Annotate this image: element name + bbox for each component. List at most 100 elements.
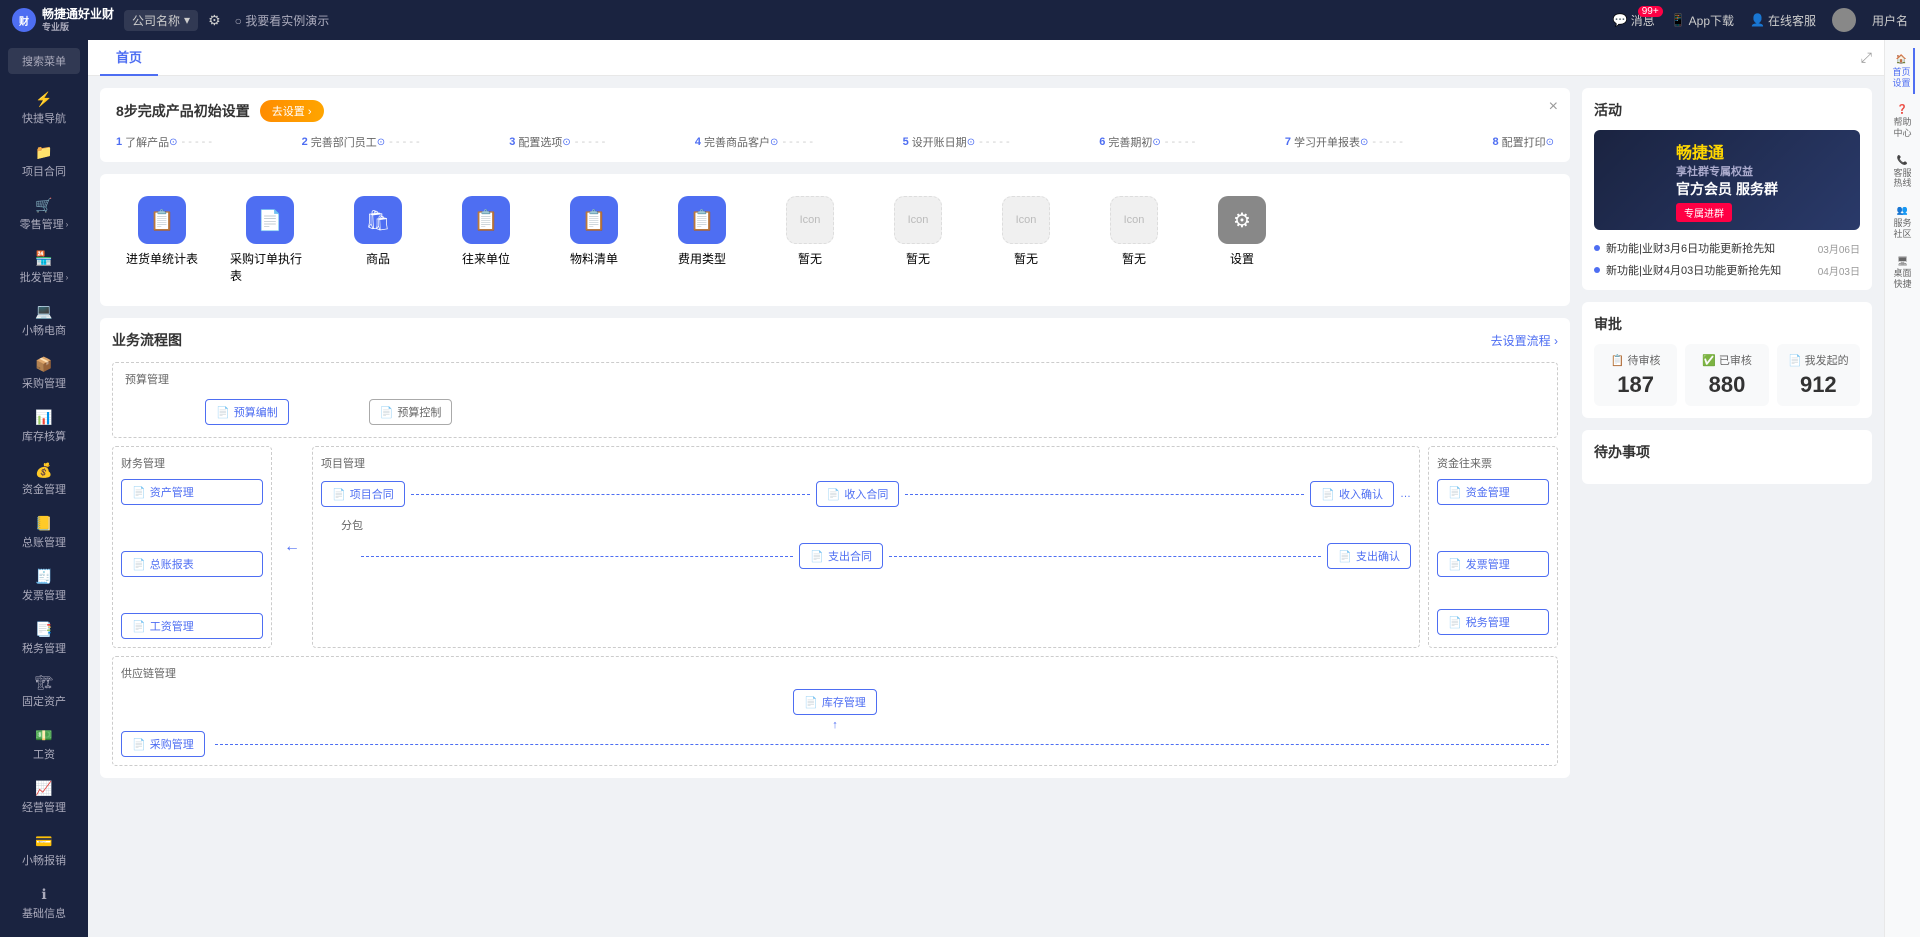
sidebar-item-label: 小畅电商 — [22, 322, 66, 338]
notice-item-1[interactable]: 新功能|业财3月6日功能更新抢先知 03月06日 — [1594, 240, 1860, 256]
budget-group: 预算管理 📄 预算编制 📄 预算控制 — [112, 362, 1558, 438]
retail-icon: 🛒 — [35, 197, 52, 214]
step-3: 3 配置选项 ⊙ — [509, 134, 571, 150]
quick-item-stock-stat[interactable]: 📋 进货单统计表 — [112, 186, 212, 294]
general-ledger-node[interactable]: 📄 总账报表 — [121, 551, 263, 577]
sidebar-item-finance[interactable]: 💰 资金管理 — [4, 454, 84, 505]
empty4-icon: Icon — [1110, 196, 1158, 244]
sidebar-item-wholesale[interactable]: 🏪 批发管理 › — [4, 242, 84, 293]
sidebar: 搜索菜单 ⚡ 快捷导航 📁 项目合同 🛒 零售管理 › 🏪 批发管理 › 💻 — [0, 40, 88, 937]
company-selector[interactable]: 公司名称 ▾ — [124, 10, 198, 31]
step-5: 5 设开账日期 ⊙ — [903, 134, 976, 150]
sidebar-item-general-ledger[interactable]: 📒 总账管理 — [4, 507, 84, 558]
settings-icon[interactable]: ⚙ — [208, 12, 221, 29]
app-download-button[interactable]: 📱 App下载 — [1671, 12, 1734, 29]
budget-plan-node[interactable]: 📄 预算编制 — [205, 399, 289, 425]
sidebar-item-label: 采购管理 — [22, 375, 66, 391]
pending-value: 187 — [1602, 372, 1669, 398]
sidebar-item-salary[interactable]: 💵 工资 — [4, 719, 84, 770]
quick-item-empty2[interactable]: Icon 暂无 — [868, 186, 968, 294]
sidebar-item-inventory-calc[interactable]: 📊 库存核算 — [4, 401, 84, 452]
asset-mgmt-node[interactable]: 📄 资产管理 — [121, 479, 263, 505]
quick-item-bom[interactable]: 📋 物料清单 — [544, 186, 644, 294]
my-submit-icon: 📄 — [1788, 354, 1802, 367]
user-name: 用户名 — [1872, 12, 1908, 29]
sidebar-item-project-contract[interactable]: 📁 项目合同 — [4, 136, 84, 187]
setup-title: 8步完成产品初始设置 — [116, 101, 250, 121]
salary-mgmt-node[interactable]: 📄 工资管理 — [121, 613, 263, 639]
invoice-mgmt-node[interactable]: 📄 发票管理 — [1437, 551, 1549, 577]
inventory-mgmt-node[interactable]: 📄 库存管理 — [793, 689, 877, 715]
logo-icon: 财 — [12, 8, 36, 32]
sidebar-item-retail[interactable]: 🛒 零售管理 › — [4, 189, 84, 240]
activity-notices: 新功能|业财3月6日功能更新抢先知 03月06日 新功能|业财4月03日功能更新… — [1594, 240, 1860, 278]
doc-icon: 📄 — [132, 738, 146, 751]
tax-mgmt-node[interactable]: 📄 税务管理 — [1437, 609, 1549, 635]
right-sidebar-label: 服务社区 — [1893, 218, 1911, 240]
quick-item-goods[interactable]: 🛍 商品 — [328, 186, 428, 294]
chevron-right-icon: › — [66, 220, 69, 229]
right-sidebar-community[interactable]: 👥 服务社区 — [1891, 199, 1913, 245]
quick-item-empty4[interactable]: Icon 暂无 — [1084, 186, 1184, 294]
join-group-button[interactable]: 专属进群 — [1676, 203, 1732, 222]
quick-item-label: 暂无 — [1014, 250, 1038, 267]
purchase-mgmt-node[interactable]: 📄 采购管理 — [121, 731, 205, 757]
sidebar-item-fixed-assets[interactable]: 🏗 固定资产 — [4, 666, 84, 717]
quick-item-expense-type[interactable]: 📋 费用类型 — [652, 186, 752, 294]
quick-item-empty1[interactable]: Icon 暂无 — [760, 186, 860, 294]
sidebar-item-purchase[interactable]: 📦 采购管理 — [4, 348, 84, 399]
right-sidebar-hotline[interactable]: 📞 客服热线 — [1891, 149, 1913, 195]
quick-item-settings[interactable]: ⚙ 设置 — [1192, 186, 1292, 294]
my-submit-label: 我发起的 — [1805, 352, 1849, 368]
sidebar-item-label: 项目合同 — [22, 163, 66, 179]
sidebar-item-label: 基础信息 — [22, 905, 66, 921]
approval-stat-my-submit[interactable]: 📄 我发起的 912 — [1777, 344, 1860, 406]
sidebar-item-invoice[interactable]: 🧾 发票管理 — [4, 560, 84, 611]
income-confirm-node[interactable]: 📄 收入确认 — [1310, 481, 1394, 507]
approval-stat-approved[interactable]: ✅ 已审核 880 — [1685, 344, 1768, 406]
supply-group-label: 供应链管理 — [121, 665, 1549, 681]
sidebar-item-label: 经营管理 — [22, 799, 66, 815]
expense-confirm-node[interactable]: 📄 支出确认 — [1327, 543, 1411, 569]
project-contract-node[interactable]: 📄 项目合同 — [321, 481, 405, 507]
income-contract-node[interactable]: 📄 收入合同 — [816, 481, 900, 507]
biz-flow-link[interactable]: 去设置流程 › — [1491, 332, 1558, 349]
sidebar-item-operation[interactable]: 📈 经营管理 — [4, 772, 84, 823]
quick-item-label: 物料清单 — [570, 250, 618, 267]
avatar[interactable] — [1832, 8, 1856, 32]
online-support-button[interactable]: 👤 在线客服 — [1750, 12, 1816, 29]
approval-stat-pending[interactable]: 📋 待审核 187 — [1594, 344, 1677, 406]
right-sidebar-help[interactable]: ❓ 帮助中心 — [1891, 98, 1913, 144]
notice-item-2[interactable]: 新功能|业财4月03日功能更新抢先知 04月03日 — [1594, 262, 1860, 278]
close-button[interactable]: × — [1549, 98, 1558, 116]
capital-mgmt-node[interactable]: 📄 资金管理 — [1437, 479, 1549, 505]
support-icon: 👤 — [1750, 13, 1765, 27]
quick-item-purchase-order[interactable]: 📄 采购订单执行表 — [220, 186, 320, 294]
search-menu-button[interactable]: 搜索菜单 — [8, 48, 80, 74]
content-area: 首页 ⤢ 8步完成产品初始设置 去设置 › 1 了解产品 — [88, 40, 1884, 937]
budget-control-node[interactable]: 📄 预算控制 — [369, 399, 453, 425]
ledger-icon: 📒 — [35, 515, 52, 532]
community-icon: 👥 — [1897, 205, 1908, 216]
expense-contract-node[interactable]: 📄 支出合同 — [799, 543, 883, 569]
sidebar-item-system[interactable]: 🖥 系统管理 — [4, 931, 84, 937]
sidebar-item-tax[interactable]: 📑 税务管理 — [4, 613, 84, 664]
quick-item-partner[interactable]: 📋 往来单位 — [436, 186, 536, 294]
maximize-button[interactable]: ⤢ — [1861, 49, 1872, 66]
company-name: 公司名称 — [132, 12, 180, 29]
my-submit-value: 912 — [1785, 372, 1852, 398]
sidebar-item-ecommerce[interactable]: 💻 小畅电商 — [4, 295, 84, 346]
messages-button[interactable]: 💬 消息 99+ — [1613, 12, 1655, 29]
sidebar-item-basic-info[interactable]: ℹ 基础信息 — [4, 878, 84, 929]
tab-home[interactable]: 首页 — [100, 40, 158, 76]
go-settings-button[interactable]: 去设置 › — [260, 100, 324, 122]
sidebar-search: 搜索菜单 — [0, 40, 88, 82]
right-sidebar-home[interactable]: 🏠 首页设置 — [1890, 48, 1914, 94]
sidebar-item-expense[interactable]: 💳 小畅报销 — [4, 825, 84, 876]
right-sidebar-desktop[interactable]: 🖥 桌面快捷 — [1891, 250, 1913, 296]
step-divider: - - - - - — [575, 136, 691, 148]
sidebar-item-quick-nav[interactable]: ⚡ 快捷导航 — [4, 83, 84, 134]
arrow-up-icon: ↑ — [832, 719, 838, 731]
quick-item-empty3[interactable]: Icon 暂无 — [976, 186, 1076, 294]
demo-link[interactable]: 我要看实例演示 — [235, 12, 330, 29]
